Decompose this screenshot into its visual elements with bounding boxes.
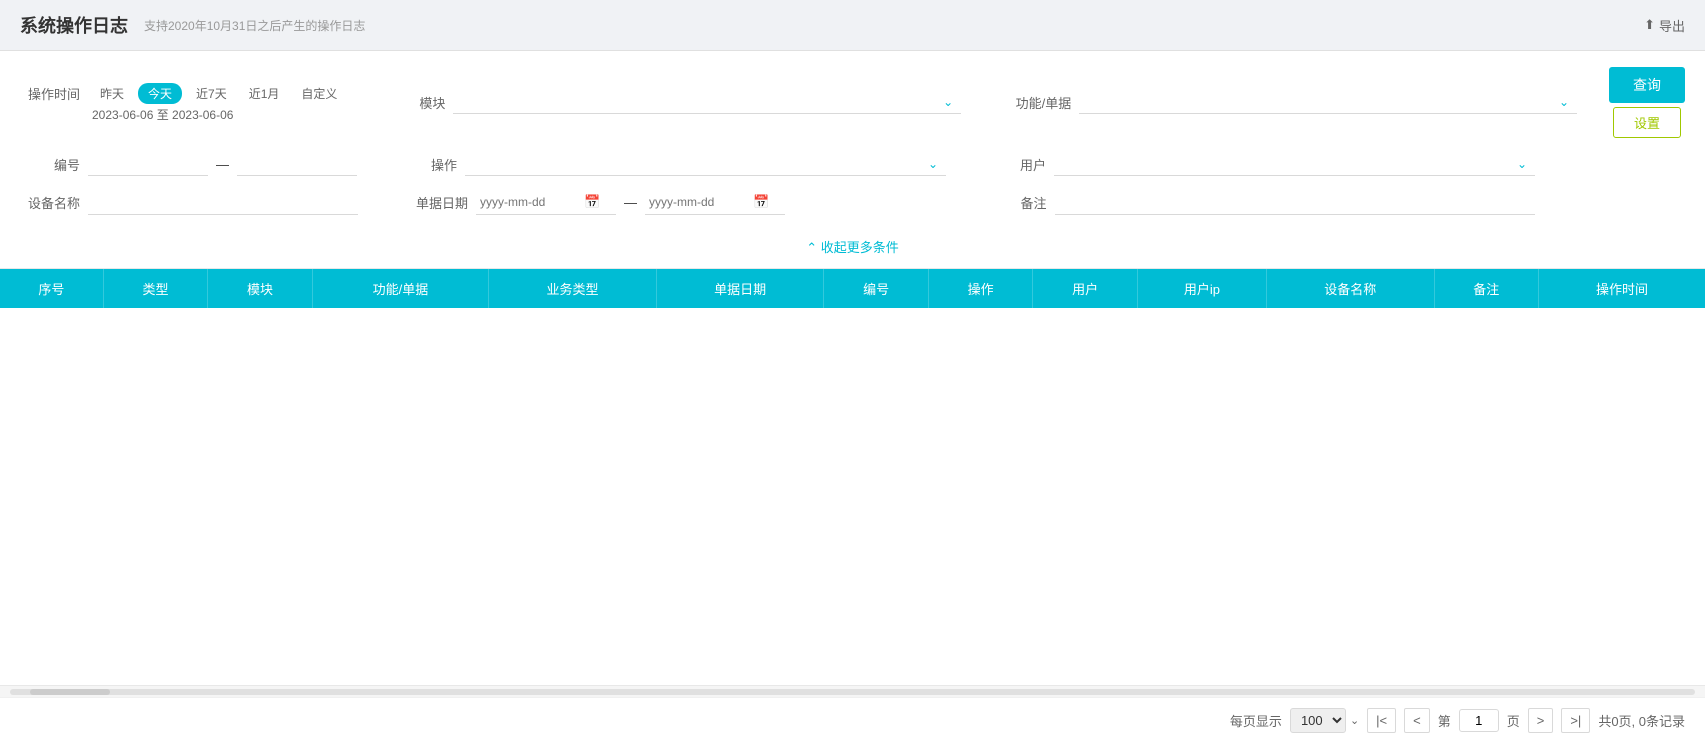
export-icon: ⬆ [1644, 17, 1655, 33]
page-header: 系统操作日志 支持2020年10月31日之后产生的操作日志 ⬆ 导出 [0, 0, 1705, 51]
time-range-text: 2023-06-06 至 2023-06-06 [92, 108, 233, 122]
number-from-input[interactable] [88, 152, 208, 176]
col-type: 类型 [103, 269, 207, 308]
device-filter: 设备名称 [20, 191, 358, 215]
prev-page-button[interactable]: < [1404, 708, 1430, 733]
collapse-button[interactable]: ⌃ 收起更多条件 [806, 237, 899, 256]
scrollbar-area [0, 685, 1705, 697]
remark-input[interactable] [1055, 191, 1536, 215]
time-filter-group: 昨天 今天 近7天 近1月 自定义 [92, 83, 345, 104]
page-title: 系统操作日志 [20, 12, 128, 38]
collapse-bar: ⌃ 收起更多条件 [20, 229, 1685, 260]
date-label: 单据日期 [398, 193, 468, 212]
filter-area: 操作时间 昨天 今天 近7天 近1月 自定义 2023-06-06 至 2023… [0, 51, 1705, 269]
number-dash: — [216, 157, 229, 172]
empty-area [0, 308, 1705, 628]
page-prefix-label: 第 [1438, 711, 1451, 730]
per-page-label: 每页显示 [1230, 711, 1282, 730]
module-select[interactable]: ⌄ [453, 91, 961, 114]
operation-filter: 操作 ⌄ [397, 153, 946, 176]
next-page-button[interactable]: > [1528, 708, 1554, 733]
chevron-down-select-icon: ⌄ [1350, 714, 1359, 727]
remark-label: 备注 [987, 193, 1047, 212]
number-label: 编号 [20, 155, 80, 174]
page-subtitle: 支持2020年10月31日之后产生的操作日志 [144, 17, 365, 34]
time-btn-yesterday[interactable]: 昨天 [92, 83, 132, 104]
time-btn-7days[interactable]: 近7天 [188, 83, 235, 104]
col-function: 功能/单据 [312, 269, 488, 308]
table-header-row: 序号 类型 模块 功能/单据 业务类型 单据日期 编号 操作 用户 用户ip 设… [0, 269, 1705, 308]
time-section: 操作时间 昨天 今天 近7天 近1月 自定义 2023-06-06 至 2023… [20, 83, 345, 123]
col-doc-date: 单据日期 [656, 269, 824, 308]
number-filter: 编号 — [20, 152, 357, 176]
col-number: 编号 [824, 269, 928, 308]
operation-select[interactable]: ⌄ [465, 153, 946, 176]
col-remark: 备注 [1434, 269, 1538, 308]
filter-row-1: 操作时间 昨天 今天 近7天 近1月 自定义 2023-06-06 至 2023… [20, 67, 1685, 138]
user-select[interactable]: ⌄ [1054, 153, 1535, 176]
operation-label: 操作 [397, 155, 457, 174]
col-user-ip: 用户ip [1137, 269, 1266, 308]
module-label: 模块 [385, 93, 445, 112]
module-chevron-icon: ⌄ [943, 95, 953, 109]
operation-chevron-icon: ⌄ [928, 157, 938, 171]
number-to-input[interactable] [237, 152, 357, 176]
last-page-button[interactable]: >| [1561, 708, 1590, 733]
table-container: 序号 类型 模块 功能/单据 业务类型 单据日期 编号 操作 用户 用户ip 设… [0, 269, 1705, 685]
export-label: 导出 [1659, 16, 1685, 35]
function-label: 功能/单据 [1001, 93, 1071, 112]
user-label: 用户 [986, 155, 1046, 174]
col-module: 模块 [208, 269, 312, 308]
col-op-time: 操作时间 [1539, 269, 1705, 308]
time-btn-custom[interactable]: 自定义 [293, 83, 345, 104]
page-number-input[interactable] [1459, 709, 1499, 732]
chevron-up-icon: ⌃ [806, 240, 817, 255]
calendar-from-icon[interactable]: 📅 [584, 194, 600, 210]
col-operation: 操作 [928, 269, 1032, 308]
scrollbar-track [10, 689, 1695, 695]
time-label: 操作时间 [20, 84, 80, 103]
scrollbar-thumb[interactable] [30, 689, 110, 695]
remark-filter: 备注 [987, 191, 1536, 215]
user-chevron-icon: ⌄ [1517, 157, 1527, 171]
collapse-label: 收起更多条件 [821, 240, 899, 255]
col-index: 序号 [0, 269, 103, 308]
user-filter: 用户 ⌄ [986, 153, 1535, 176]
device-input[interactable] [88, 191, 358, 215]
function-select[interactable]: ⌄ [1079, 91, 1577, 114]
date-to-input[interactable] [649, 195, 749, 209]
filter-row-2: 编号 — 操作 ⌄ 用户 ⌄ [20, 152, 1685, 176]
col-device: 设备名称 [1266, 269, 1434, 308]
data-table: 序号 类型 模块 功能/单据 业务类型 单据日期 编号 操作 用户 用户ip 设… [0, 269, 1705, 308]
calendar-to-icon[interactable]: 📅 [753, 194, 769, 210]
page-unit-label: 页 [1507, 711, 1520, 730]
date-to-field[interactable]: 📅 [645, 190, 785, 215]
date-from-field[interactable]: 📅 [476, 190, 616, 215]
export-button[interactable]: ⬆ 导出 [1644, 16, 1685, 35]
pagination: 每页显示 100 10 20 50 ⌄ |< < 第 页 > >| 共0页, 0… [0, 697, 1705, 743]
time-btn-today[interactable]: 今天 [138, 83, 182, 104]
date-from-input[interactable] [480, 195, 580, 209]
page-container: 系统操作日志 支持2020年10月31日之后产生的操作日志 ⬆ 导出 操作时间 … [0, 0, 1705, 743]
date-filter: 单据日期 📅 — 📅 [398, 190, 947, 215]
first-page-button[interactable]: |< [1367, 708, 1396, 733]
device-label: 设备名称 [20, 193, 80, 212]
total-info: 共0页, 0条记录 [1598, 711, 1685, 730]
function-chevron-icon: ⌄ [1559, 95, 1569, 109]
function-filter: 功能/单据 ⌄ [1001, 91, 1577, 114]
module-filter: 模块 ⌄ [385, 91, 961, 114]
col-user: 用户 [1033, 269, 1137, 308]
settings-button[interactable]: 设置 [1613, 107, 1681, 138]
filter-row-3: 设备名称 单据日期 📅 — 📅 备注 [20, 190, 1685, 215]
col-biz-type: 业务类型 [489, 269, 657, 308]
per-page-select[interactable]: 100 10 20 50 [1290, 708, 1346, 733]
query-button[interactable]: 查询 [1609, 67, 1685, 103]
action-buttons: 查询 设置 [1609, 67, 1685, 138]
time-btn-1month[interactable]: 近1月 [241, 83, 288, 104]
date-dash: — [624, 195, 637, 210]
